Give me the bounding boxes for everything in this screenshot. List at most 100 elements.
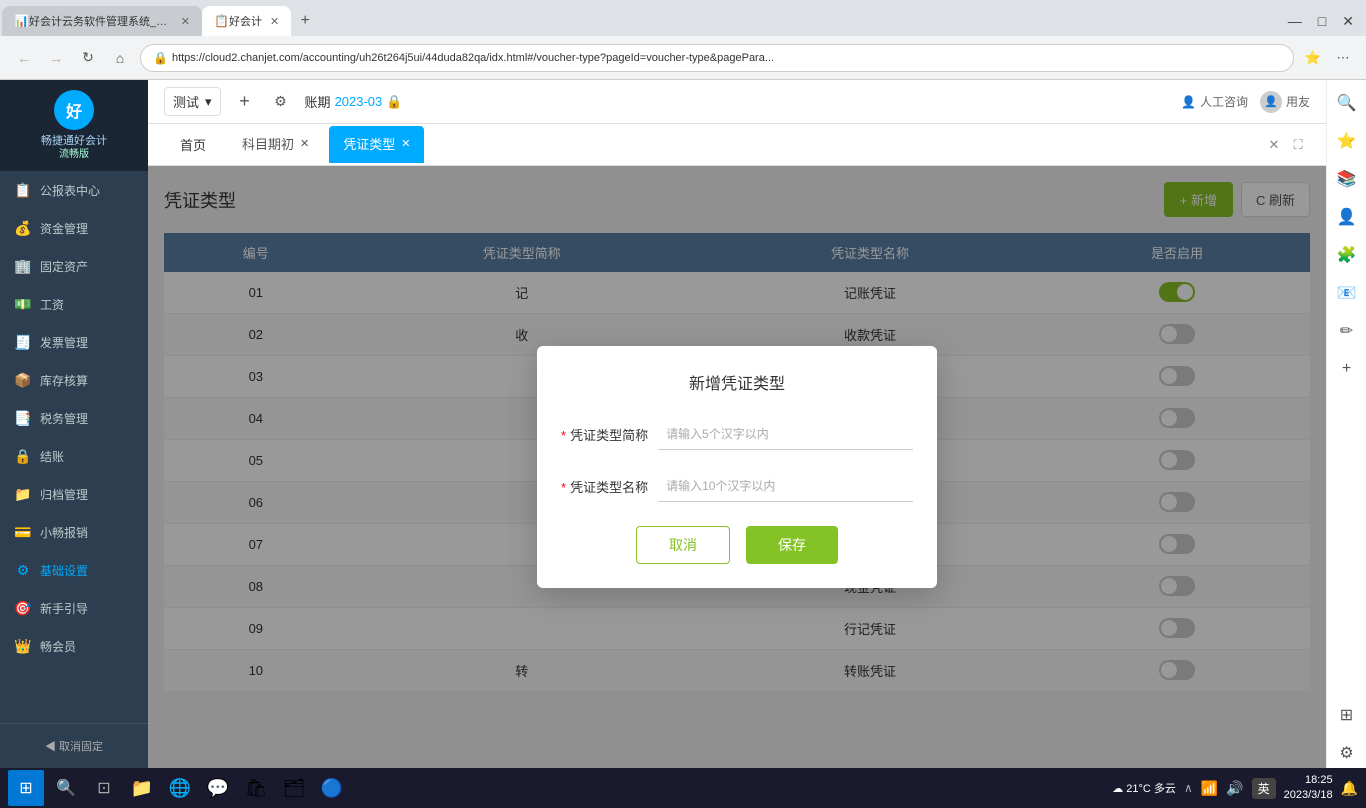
sidebar-item-finance[interactable]: 💰 资金管理 [0,209,148,247]
assets-icon: 🏢 [14,257,32,275]
taskbar-store-icon[interactable]: 🛍 [240,772,272,804]
sidebar-item-tax[interactable]: 📑 税务管理 [0,399,148,437]
help-icon: 👤 [1181,95,1196,109]
sidebar-item-expense[interactable]: 💳 小畅报销 [0,513,148,551]
workspace-selector[interactable]: 测试 ▾ [164,87,221,116]
content-tabs: 首页 科目期初 ✕ 凭证类型 ✕ ✕ ⛶ [148,124,1326,166]
tab-voucher-type-close-icon[interactable]: ✕ [401,137,410,150]
taskbar-notifications-icon[interactable]: 🔔 [1341,780,1358,797]
taskbar-edge-icon[interactable]: 🔵 [316,772,348,804]
add-voucher-type-modal: 新增凭证类型 *凭证类型简称 *凭证类型名称 取消 [537,346,937,588]
browser-chrome: 📊 好会计云务软件管理系统_会计 ✕ 📋 好会计 ✕ + — □ ✕ ← → ↻… [0,0,1366,80]
rp-collections-icon[interactable]: 📚 [1332,164,1362,194]
finance-icon: 💰 [14,219,32,237]
address-input[interactable]: 🔒 https://cloud2.chanjet.com/accounting/… [140,44,1294,72]
rp-profile-icon[interactable]: 👤 [1332,202,1362,232]
start-button[interactable]: ⊞ [8,770,44,806]
required-indicator-1: * [561,428,566,443]
tab-subjects[interactable]: 科目期初 ✕ [226,124,325,165]
taskbar-clock[interactable]: 18:25 2023/3/18 [1284,773,1333,804]
modal-field-short: *凭证类型简称 [561,418,913,450]
forward-button[interactable]: → [44,46,68,70]
period-lock-icon: 🔒 [386,94,402,110]
save-button[interactable]: 保存 [746,526,838,564]
tab2-favicon: 📋 [214,14,229,28]
workspace-add-button[interactable]: + [233,90,257,114]
modal-title: 新增凭证类型 [561,370,913,394]
sidebar-item-settings[interactable]: ⚙ 基础设置 [0,551,148,589]
rp-apps-icon[interactable]: + [1332,354,1362,384]
sidebar-item-inventory[interactable]: 📦 库存核算 [0,361,148,399]
cancel-pin-button[interactable]: ◀ 取消固定 [8,732,140,760]
expense-icon: 💳 [14,523,32,541]
rp-feather-icon[interactable]: ✏ [1332,316,1362,346]
window-controls: — □ ✕ [1284,9,1366,34]
browser-tab-2[interactable]: 📋 好会计 ✕ [202,6,291,36]
help-button[interactable]: 👤 人工咨询 [1181,93,1248,110]
sidebar-item-guide[interactable]: 🎯 新手引导 [0,589,148,627]
tab1-favicon: 📊 [14,14,29,28]
tab2-label: 好会计 [229,13,262,29]
page-content: 凭证类型 + 新增 C 刷新 编号 凭证类型简称 凭证类型名称 是否启用 [148,166,1326,768]
taskbar-file-explorer-icon[interactable]: 📁 [126,772,158,804]
tab-subjects-close-icon[interactable]: ✕ [300,137,309,150]
app-logo: 好 畅捷通好会计 流畅版 [0,80,148,171]
voucher-type-short-input[interactable] [658,418,913,450]
workspace-dropdown-icon: ▾ [205,94,212,110]
workspace-settings-icon[interactable]: ⚙ [269,90,293,114]
browser-menu-icon[interactable]: ⋯ [1332,47,1354,69]
expand-icon[interactable]: ⛶ [1286,133,1310,157]
voucher-type-name-input[interactable] [658,470,913,502]
taskbar-search-icon[interactable]: 🔍 [50,772,82,804]
rp-search-icon[interactable]: 🔍 [1332,88,1362,118]
required-indicator-2: * [561,480,566,495]
new-tab-button[interactable]: + [291,7,319,35]
rp-settings-icon[interactable]: ⚙ [1332,738,1362,768]
field-short-label: *凭证类型简称 [561,425,658,444]
tax-icon: 📑 [14,409,32,427]
sidebar-item-notices[interactable]: 📋 公报表中心 [0,171,148,209]
tab-bar: 📊 好会计云务软件管理系统_会计 ✕ 📋 好会计 ✕ + — □ ✕ [0,0,1366,36]
logo-icon: 好 [54,90,94,130]
taskbar-arrows-icon[interactable]: ∧ [1184,781,1193,795]
tab-voucher-type[interactable]: 凭证类型 ✕ [329,126,424,163]
taskbar-volume-icon: 🔊 [1226,780,1243,797]
rp-grid-icon[interactable]: ⊞ [1332,700,1362,730]
taskbar-chrome-icon[interactable]: 🌐 [164,772,196,804]
salary-icon: 💵 [14,295,32,313]
maximize-button[interactable]: □ [1314,9,1330,33]
tab2-close-icon[interactable]: ✕ [270,15,279,28]
user-button[interactable]: 👤 用友 [1260,91,1310,113]
rp-extensions-icon[interactable]: 🧩 [1332,240,1362,270]
sidebar-item-invoice[interactable]: 🧾 发票管理 [0,323,148,361]
taskbar-language[interactable]: 英 [1252,778,1276,799]
taskbar-task-view-icon[interactable]: ⊡ [88,772,120,804]
home-button[interactable]: ⌂ [108,46,132,70]
browser-tab-1[interactable]: 📊 好会计云务软件管理系统_会计 ✕ [2,6,202,36]
reload-button[interactable]: ↻ [76,46,100,70]
close-button[interactable]: ✕ [1338,9,1358,34]
sidebar-item-assets[interactable]: 🏢 固定资产 [0,247,148,285]
sidebar-item-archive[interactable]: 📁 归档管理 [0,475,148,513]
extensions-icon[interactable]: ⭐ [1302,47,1324,69]
taskbar: ⊞ 🔍 ⊡ 📁 🌐 💬 🛍 🗂 🔵 ☁ 21°C 多云 ∧ 📶 🔊 英 18:2… [0,768,1366,808]
tab-home[interactable]: 首页 [164,125,222,164]
sidebar-item-salary[interactable]: 💵 工资 [0,285,148,323]
sidebar-item-close[interactable]: 🔒 结账 [0,437,148,475]
taskbar-folder-icon[interactable]: 🗂 [278,772,310,804]
taskbar-wechat-icon[interactable]: 💬 [202,772,234,804]
workspace-name: 测试 [173,92,199,111]
rp-star-icon[interactable]: ⭐ [1332,126,1362,156]
sidebar-item-member[interactable]: 👑 畅会员 [0,627,148,665]
sidebar-bottom: ◀ 取消固定 [0,723,148,768]
url-text: https://cloud2.chanjet.com/accounting/uh… [172,52,774,64]
tab1-close-icon[interactable]: ✕ [181,15,190,28]
rp-outlook-icon[interactable]: 📧 [1332,278,1362,308]
cancel-button[interactable]: 取消 [636,526,730,564]
sidebar: 好 畅捷通好会计 流畅版 📋 公报表中心 💰 资金管理 🏢 固定资产 💵 [0,80,148,768]
collapse-icon[interactable]: ✕ [1262,133,1286,157]
logo-text: 畅捷通好会计 流畅版 [41,134,107,161]
back-button[interactable]: ← [12,46,36,70]
minimize-button[interactable]: — [1284,9,1306,33]
guide-icon: 🎯 [14,599,32,617]
